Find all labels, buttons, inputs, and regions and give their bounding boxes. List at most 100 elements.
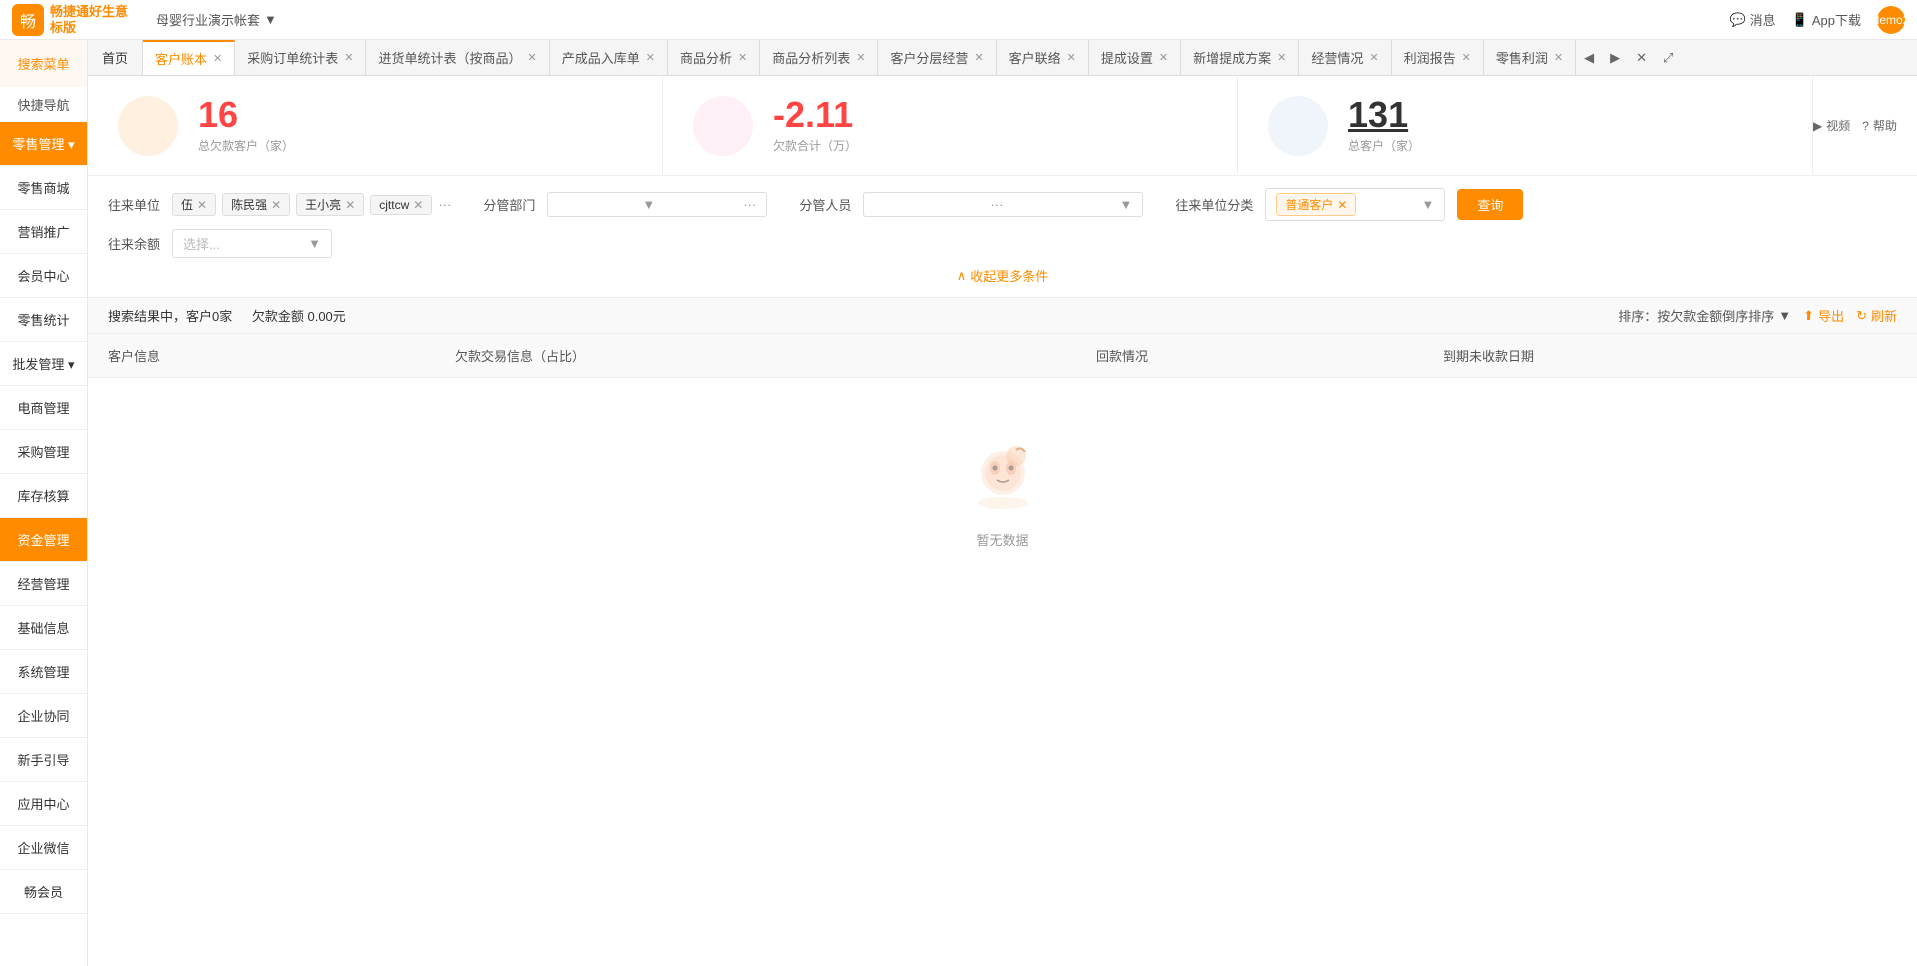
refresh-btn[interactable]: ↻ 刷新 [1856,306,1897,325]
tab-purchase-order-stats[interactable]: 采购订单统计表 ✕ [235,40,366,76]
sidebar-item-new-guide[interactable]: 新手引导 [0,738,87,782]
sidebar-item-member-center[interactable]: 会员中心 [0,254,87,298]
close-tab-customer-ledger[interactable]: ✕ [213,52,222,65]
tab-product-stock[interactable]: 产成品入库单 ✕ [550,40,668,76]
filter-label-dept: 分管部门 [483,195,535,214]
sidebar-item-operations-mgmt[interactable]: 经营管理 [0,562,87,606]
sidebar-item-retail-mgmt[interactable]: 零售管理 ▾ [0,122,87,166]
sidebar-item-marketing[interactable]: 营销推广 [0,210,87,254]
avatar[interactable]: demo2 [1877,6,1905,34]
filter-tags-unit: 伍 ✕ 陈民强 ✕ 王小亮 ✕ cjttcw ✕ [172,193,451,216]
tab-customer-ledger[interactable]: 客户账本 ✕ [143,40,235,76]
tab-customer-contact[interactable]: 客户联络 ✕ [997,40,1089,76]
filter-tag-unit-1: 伍 ✕ [172,193,216,216]
close-tab-customer-contact[interactable]: ✕ [1067,51,1076,64]
sidebar-item-basic-info[interactable]: 基础信息 [0,606,87,650]
remove-classify-tag[interactable]: ✕ [1337,198,1347,212]
filter-label-unit: 往来单位 [108,195,160,214]
stat-item-customers: ¥ 16 总欠款客户（家） [88,77,663,174]
sidebar-item-app-center[interactable]: 应用中心 [0,782,87,826]
stat-value-customers[interactable]: 16 [198,97,294,133]
message-btn[interactable]: 💬 消息 [1729,10,1775,29]
export-btn[interactable]: ⬆ 导出 [1803,306,1844,325]
close-tab-product-stock[interactable]: ✕ [646,51,655,64]
close-tab-retail-profit[interactable]: ✕ [1554,51,1563,64]
close-tab-purchase-order-stats[interactable]: ✕ [344,51,353,64]
close-tab-operations[interactable]: ✕ [1369,51,1378,64]
close-tab-profit-report[interactable]: ✕ [1462,51,1471,64]
sort-label: 排序：按欠款金额倒序排序 [1618,306,1774,325]
close-tab-stock-stats[interactable]: ✕ [528,51,537,64]
stat-label-customers: 总欠款客户（家） [198,137,294,154]
remove-tag-unit-3[interactable]: ✕ [345,198,355,212]
sidebar-item-wholesale-mgmt[interactable]: 批发管理 ▾ [0,342,87,386]
tab-goods-analysis[interactable]: 商品分析 ✕ [668,40,760,76]
chevron-down-icon: ▼ [264,12,277,27]
filter-row-1: 往来单位 伍 ✕ 陈民强 ✕ 王小亮 ✕ [108,188,1897,221]
stat-text-debt: -2.11 欠款合计（万） [773,97,857,154]
stat-value-total-customers[interactable]: 131 [1348,97,1420,133]
sidebar-item-purchase-mgmt[interactable]: 采购管理 [0,430,87,474]
close-tab-customer-tier[interactable]: ✕ [974,51,983,64]
tab-retail-profit[interactable]: 零售利润 ✕ [1484,40,1576,76]
tab-next-btn[interactable]: ▶ [1602,40,1628,76]
sidebar-item-enterprise-wechat[interactable]: 企业微信 [0,826,87,870]
search-menu-btn[interactable]: 搜索菜单 [8,50,79,77]
result-bar: 搜索结果中，客户0家 欠款金额 0.00元 排序：按欠款金额倒序排序 ▼ ⬆ 导… [88,298,1917,334]
sort-btn[interactable]: 排序：按欠款金额倒序排序 ▼ [1618,306,1791,325]
tab-commission-settings[interactable]: 提成设置 ✕ [1089,40,1181,76]
remove-tag-unit-1[interactable]: ✕ [197,198,207,212]
tab-home[interactable]: 首页 [88,40,143,76]
tab-add-commission[interactable]: 新增提成方案 ✕ [1181,40,1299,76]
sidebar-item-finance-mgmt[interactable]: 资金管理 [0,518,87,562]
sidebar-item-ecommerce-mgmt[interactable]: 电商管理 [0,386,87,430]
filter-more-btn[interactable]: ··· [438,197,451,212]
empty-state: 暂无数据 [88,378,1917,609]
stat-text-total-customers: 131 总客户（家） [1348,97,1420,154]
debt-icon: ◇ [693,96,753,156]
help-btn[interactable]: ? 帮助 [1862,117,1897,134]
filter-select-balance[interactable]: 选择... ▼ [172,229,332,258]
tab-profit-report[interactable]: 利润报告 ✕ [1392,40,1484,76]
filter-select-dept[interactable]: ▼ ··· [547,192,767,217]
sidebar-search[interactable]: 搜索菜单 [0,40,87,87]
query-btn[interactable]: 查询 [1457,189,1523,220]
tab-close-all-btn[interactable]: ✕ [1628,40,1655,76]
filter-label-balance: 往来余额 [108,234,160,253]
close-tab-add-commission[interactable]: ✕ [1277,51,1286,64]
tab-prev-btn[interactable]: ◀ [1576,40,1602,76]
tab-expand-btn[interactable]: ⤢ [1655,40,1681,76]
remove-tag-unit-2[interactable]: ✕ [271,198,281,212]
app-download-btn[interactable]: 📱 App下载 [1792,10,1861,29]
tab-stock-stats[interactable]: 进货单统计表（按商品） ✕ [366,40,549,76]
sidebar-item-inventory[interactable]: 库存核算 [0,474,87,518]
close-tab-commission-settings[interactable]: ✕ [1159,51,1168,64]
tab-operations[interactable]: 经营情况 ✕ [1299,40,1391,76]
close-tab-goods-analysis-list[interactable]: ✕ [856,51,865,64]
sidebar-item-retail-mall[interactable]: 零售商城 [0,166,87,210]
logo-text: 畅捷通好生意 标版 [50,4,128,35]
sidebar-item-retail-stats[interactable]: 零售统计 [0,298,87,342]
video-btn[interactable]: ▶ 视频 [1813,117,1850,134]
filter-tag-unit-4: cjttcw ✕ [370,195,432,215]
chevron-down-classify-icon: ▼ [1421,197,1434,212]
tab-bar: 首页 客户账本 ✕ 采购订单统计表 ✕ 进货单统计表（按商品） ✕ 产成品入库单… [88,40,1917,76]
content-area: 首页 客户账本 ✕ 采购订单统计表 ✕ 进货单统计表（按商品） ✕ 产成品入库单… [88,40,1917,966]
tab-goods-analysis-list[interactable]: 商品分析列表 ✕ [760,40,878,76]
sidebar-item-enterprise-collab[interactable]: 企业协同 [0,694,87,738]
quick-nav-btn[interactable]: 快捷导航 [0,87,87,122]
col-repayment: 回款情况 [1076,334,1423,378]
filter-select-person[interactable]: ··· ▼ [863,192,1143,217]
total-customers-icon: ⊞ [1268,96,1328,156]
chevron-down-sort-icon: ▼ [1778,308,1791,323]
collapse-btn[interactable]: ∧ 收起更多条件 [957,266,1049,285]
close-tab-goods-analysis[interactable]: ✕ [738,51,747,64]
filter-select-classify[interactable]: 普通客户 ✕ ▼ [1265,188,1445,221]
workspace-selector[interactable]: 母婴行业演示帐套 ▼ [156,10,277,29]
main-layout: 搜索菜单 快捷导航 零售管理 ▾ 零售商城 营销推广 会员中心 零售统计 批发管… [0,40,1917,966]
sidebar-item-chang-member[interactable]: 畅会员 [0,870,87,914]
remove-tag-unit-4[interactable]: ✕ [413,198,423,212]
tab-customer-tier[interactable]: 客户分层经营 ✕ [878,40,996,76]
sidebar-item-system-mgmt[interactable]: 系统管理 [0,650,87,694]
col-customer-info: 客户信息 [88,334,435,378]
